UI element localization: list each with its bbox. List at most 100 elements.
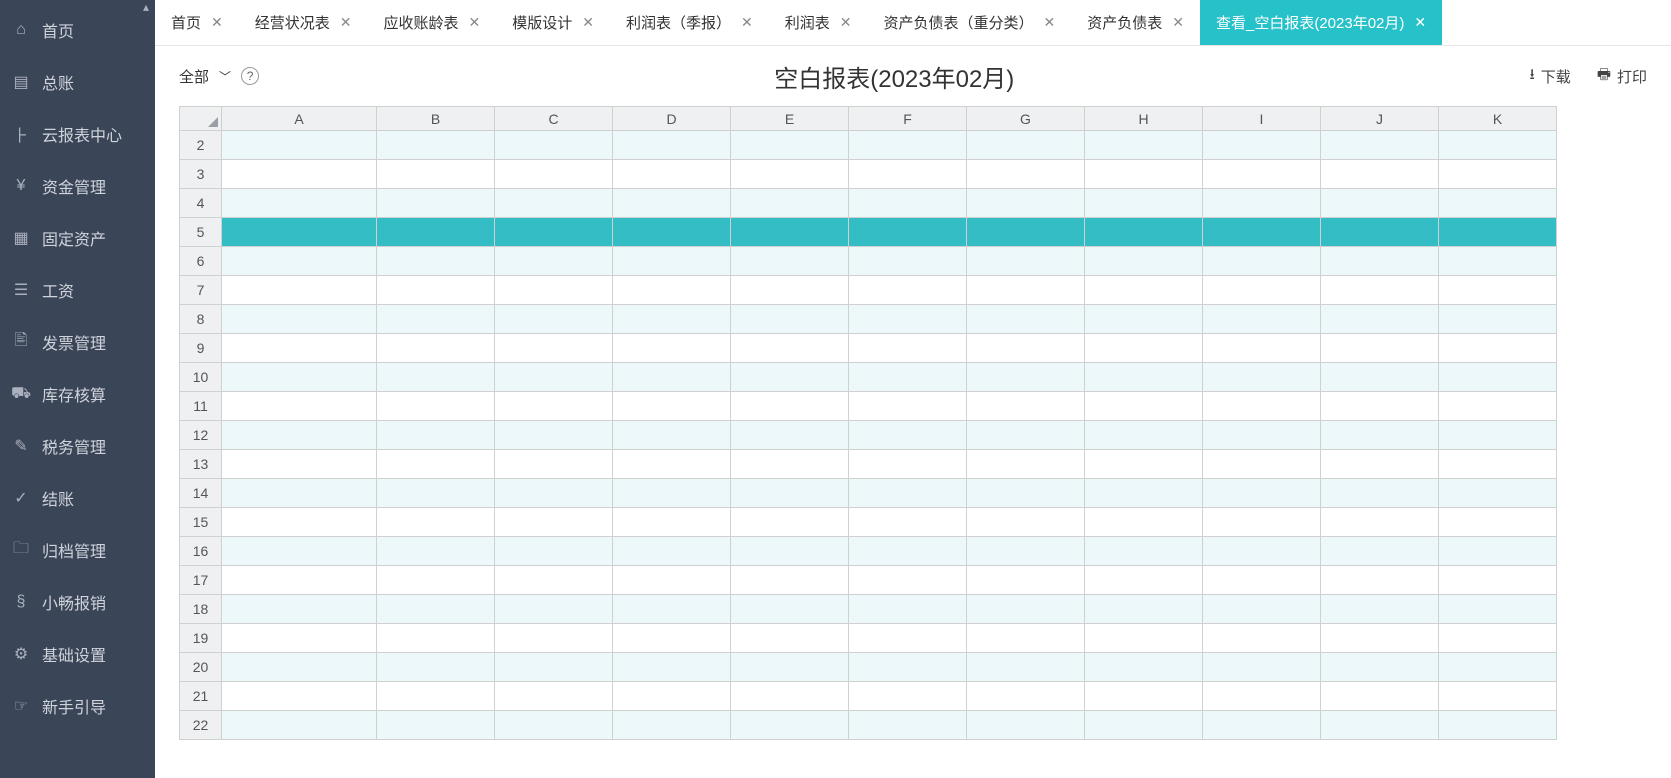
cell-C14[interactable] <box>495 479 613 508</box>
cell-B19[interactable] <box>377 624 495 653</box>
cell-G18[interactable] <box>967 595 1085 624</box>
cell-I12[interactable] <box>1203 421 1321 450</box>
cell-E16[interactable] <box>731 537 849 566</box>
cell-A2[interactable] <box>222 131 377 160</box>
cell-D11[interactable] <box>613 392 731 421</box>
cell-D10[interactable] <box>613 363 731 392</box>
cell-C18[interactable] <box>495 595 613 624</box>
cell-H4[interactable] <box>1085 189 1203 218</box>
cell-D20[interactable] <box>613 653 731 682</box>
cell-A7[interactable] <box>222 276 377 305</box>
print-button[interactable]: 🖶 打印 <box>1597 64 1647 89</box>
cell-H9[interactable] <box>1085 334 1203 363</box>
cell-D3[interactable] <box>613 160 731 189</box>
cell-K6[interactable] <box>1439 247 1557 276</box>
cell-I6[interactable] <box>1203 247 1321 276</box>
cell-K12[interactable] <box>1439 421 1557 450</box>
cell-K10[interactable] <box>1439 363 1557 392</box>
close-icon[interactable]: ✕ <box>469 14 481 31</box>
cell-J17[interactable] <box>1321 566 1439 595</box>
cell-A6[interactable] <box>222 247 377 276</box>
cell-F3[interactable] <box>849 160 967 189</box>
cell-G21[interactable] <box>967 682 1085 711</box>
cell-I22[interactable] <box>1203 711 1321 740</box>
cell-A22[interactable] <box>222 711 377 740</box>
cell-E17[interactable] <box>731 566 849 595</box>
cell-K4[interactable] <box>1439 189 1557 218</box>
row-header-8[interactable]: 8 <box>180 305 222 334</box>
cell-G11[interactable] <box>967 392 1085 421</box>
col-header-I[interactable]: I <box>1203 107 1321 131</box>
cell-J7[interactable] <box>1321 276 1439 305</box>
cell-K17[interactable] <box>1439 566 1557 595</box>
cell-K19[interactable] <box>1439 624 1557 653</box>
close-icon[interactable]: ✕ <box>1414 14 1426 31</box>
cell-D19[interactable] <box>613 624 731 653</box>
cell-A20[interactable] <box>222 653 377 682</box>
tab-5[interactable]: 利润表✕ <box>769 0 868 45</box>
col-header-C[interactable]: C <box>495 107 613 131</box>
cell-G8[interactable] <box>967 305 1085 334</box>
cell-H7[interactable] <box>1085 276 1203 305</box>
cell-G5[interactable] <box>967 218 1085 247</box>
cell-C16[interactable] <box>495 537 613 566</box>
row-header-11[interactable]: 11 <box>180 392 222 421</box>
sidebar-item-8[interactable]: ✎税务管理 <box>0 420 155 472</box>
cell-E8[interactable] <box>731 305 849 334</box>
cell-B18[interactable] <box>377 595 495 624</box>
tab-3[interactable]: 模版设计✕ <box>496 0 610 45</box>
sidebar-item-10[interactable]: 🗀归档管理 <box>0 524 155 576</box>
cell-H10[interactable] <box>1085 363 1203 392</box>
cell-I19[interactable] <box>1203 624 1321 653</box>
cell-F2[interactable] <box>849 131 967 160</box>
cell-B17[interactable] <box>377 566 495 595</box>
sidebar-item-0[interactable]: ⌂首页 <box>0 4 155 56</box>
row-header-22[interactable]: 22 <box>180 711 222 740</box>
cell-H3[interactable] <box>1085 160 1203 189</box>
sidebar-item-7[interactable]: ⛟库存核算 <box>0 368 155 420</box>
close-icon[interactable]: ✕ <box>1044 14 1056 31</box>
sidebar-item-4[interactable]: ▦固定资产 <box>0 212 155 264</box>
row-header-12[interactable]: 12 <box>180 421 222 450</box>
row-header-20[interactable]: 20 <box>180 653 222 682</box>
row-header-4[interactable]: 4 <box>180 189 222 218</box>
col-header-A[interactable]: A <box>222 107 377 131</box>
cell-F9[interactable] <box>849 334 967 363</box>
cell-B5[interactable] <box>377 218 495 247</box>
cell-J5[interactable] <box>1321 218 1439 247</box>
cell-A19[interactable] <box>222 624 377 653</box>
cell-H15[interactable] <box>1085 508 1203 537</box>
cell-F17[interactable] <box>849 566 967 595</box>
cell-E4[interactable] <box>731 189 849 218</box>
cell-G6[interactable] <box>967 247 1085 276</box>
cell-B16[interactable] <box>377 537 495 566</box>
col-header-K[interactable]: K <box>1439 107 1557 131</box>
cell-H20[interactable] <box>1085 653 1203 682</box>
cell-F19[interactable] <box>849 624 967 653</box>
col-header-H[interactable]: H <box>1085 107 1203 131</box>
cell-K14[interactable] <box>1439 479 1557 508</box>
cell-B12[interactable] <box>377 421 495 450</box>
cell-J10[interactable] <box>1321 363 1439 392</box>
cell-F8[interactable] <box>849 305 967 334</box>
sidebar-item-12[interactable]: ⚙基础设置 <box>0 628 155 680</box>
cell-D22[interactable] <box>613 711 731 740</box>
cell-F16[interactable] <box>849 537 967 566</box>
tab-6[interactable]: 资产负债表（重分类）✕ <box>868 0 1072 45</box>
cell-I13[interactable] <box>1203 450 1321 479</box>
cell-B13[interactable] <box>377 450 495 479</box>
cell-A9[interactable] <box>222 334 377 363</box>
cell-K22[interactable] <box>1439 711 1557 740</box>
sidebar-item-6[interactable]: 🖹发票管理 <box>0 316 155 368</box>
cell-I9[interactable] <box>1203 334 1321 363</box>
cell-G15[interactable] <box>967 508 1085 537</box>
cell-C5[interactable] <box>495 218 613 247</box>
spreadsheet[interactable]: ABCDEFGHIJK23456789101112131415161718192… <box>155 106 1671 778</box>
cell-B14[interactable] <box>377 479 495 508</box>
cell-H14[interactable] <box>1085 479 1203 508</box>
cell-H18[interactable] <box>1085 595 1203 624</box>
cell-B22[interactable] <box>377 711 495 740</box>
cell-A18[interactable] <box>222 595 377 624</box>
row-header-2[interactable]: 2 <box>180 131 222 160</box>
col-header-J[interactable]: J <box>1321 107 1439 131</box>
